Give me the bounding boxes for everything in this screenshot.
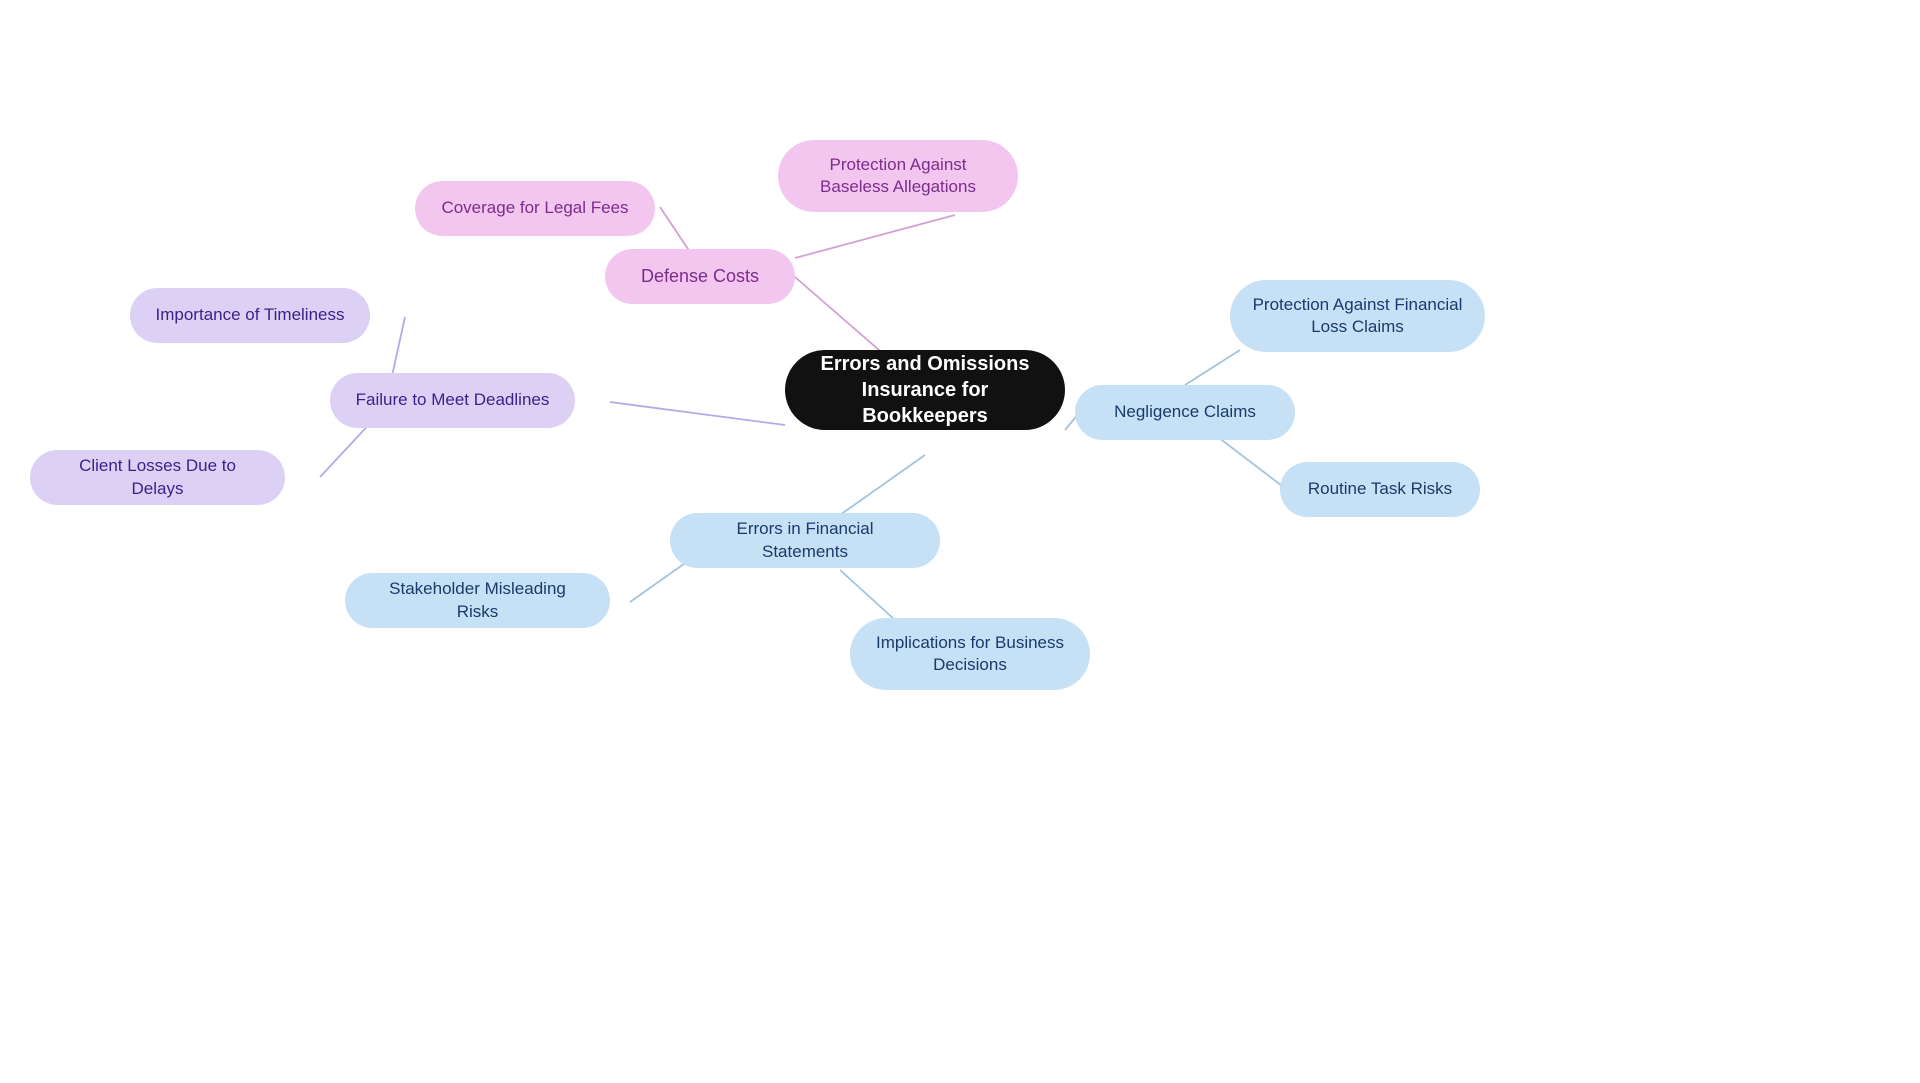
routine-task-risks-node: Routine Task Risks xyxy=(1280,462,1480,517)
protection-baseless-node: Protection Against Baseless Allegations xyxy=(778,140,1018,212)
errors-financial-node: Errors in Financial Statements xyxy=(670,513,940,568)
implications-business-node: Implications for Business Decisions xyxy=(850,618,1090,690)
center-node: Errors and Omissions Insurance for Bookk… xyxy=(785,350,1065,430)
failure-deadlines-node: Failure to Meet Deadlines xyxy=(330,373,575,428)
defense-costs-node: Defense Costs xyxy=(605,249,795,304)
negligence-claims-node: Negligence Claims xyxy=(1075,385,1295,440)
protection-financial-node: Protection Against Financial Loss Claims xyxy=(1230,280,1485,352)
importance-timeliness-node: Importance of Timeliness xyxy=(130,288,370,343)
coverage-legal-fees-node: Coverage for Legal Fees xyxy=(415,181,655,236)
stakeholder-misleading-node: Stakeholder Misleading Risks xyxy=(345,573,610,628)
client-losses-node: Client Losses Due to Delays xyxy=(30,450,285,505)
